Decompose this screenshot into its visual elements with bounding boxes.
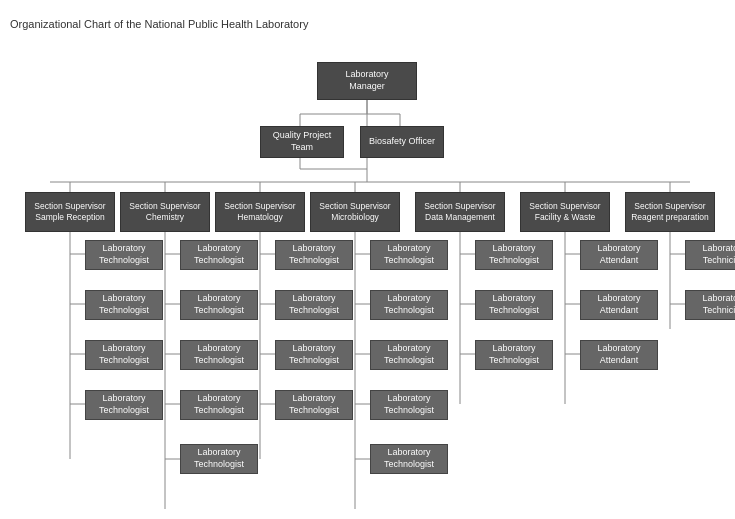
c1-r4: LaboratoryTechnologist <box>85 390 163 420</box>
c5-r2: LaboratoryTechnologist <box>475 290 553 320</box>
quality-project-box: Quality ProjectTeam <box>260 126 344 158</box>
c2-r5: LaboratoryTechnologist <box>180 444 258 474</box>
c7-r1: LaboratoryTechnician <box>685 240 735 270</box>
c2-r3: LaboratoryTechnologist <box>180 340 258 370</box>
c2-r4-box: LaboratoryTechnologist <box>180 390 258 420</box>
ss-sample-node: Section SupervisorSample Reception <box>25 192 115 232</box>
c3-r1-box: LaboratoryTechnologist <box>275 240 353 270</box>
c2-r5-box: LaboratoryTechnologist <box>180 444 258 474</box>
ss-reagent-node: Section SupervisorReagent preparation <box>625 192 715 232</box>
c4-r4: LaboratoryTechnologist <box>370 390 448 420</box>
page: Organizational Chart of the National Pub… <box>0 0 735 519</box>
ss-hematology-box: Section SupervisorHematology <box>215 192 305 232</box>
c2-r2: LaboratoryTechnologist <box>180 290 258 320</box>
c3-r3-box: LaboratoryTechnologist <box>275 340 353 370</box>
c6-r3: LaboratoryAttendant <box>580 340 658 370</box>
c3-r4: LaboratoryTechnologist <box>275 390 353 420</box>
lab-manager-box: LaboratoryManager <box>317 62 417 100</box>
c1-r3-box: LaboratoryTechnologist <box>85 340 163 370</box>
ss-data-box: Section SupervisorData Management <box>415 192 505 232</box>
ss-chemistry-node: Section SupervisorChemistry <box>120 192 210 232</box>
c1-r4-box: LaboratoryTechnologist <box>85 390 163 420</box>
c1-r2: LaboratoryTechnologist <box>85 290 163 320</box>
c2-r2-box: LaboratoryTechnologist <box>180 290 258 320</box>
c6-r1: LaboratoryAttendant <box>580 240 658 270</box>
ss-data-node: Section SupervisorData Management <box>415 192 505 232</box>
c2-r1: LaboratoryTechnologist <box>180 240 258 270</box>
c3-r4-box: LaboratoryTechnologist <box>275 390 353 420</box>
c3-r3: LaboratoryTechnologist <box>275 340 353 370</box>
connectors <box>10 44 725 519</box>
c4-r4-box: LaboratoryTechnologist <box>370 390 448 420</box>
c4-r5-box: LaboratoryTechnologist <box>370 444 448 474</box>
ss-facility-box: Section SupervisorFacility & Waste <box>520 192 610 232</box>
c3-r2: LaboratoryTechnologist <box>275 290 353 320</box>
c2-r3-box: LaboratoryTechnologist <box>180 340 258 370</box>
c3-r2-box: LaboratoryTechnologist <box>275 290 353 320</box>
org-chart: LaboratoryManager Quality ProjectTeam Bi… <box>10 44 725 519</box>
c4-r5: LaboratoryTechnologist <box>370 444 448 474</box>
c4-r3-box: LaboratoryTechnologist <box>370 340 448 370</box>
c7-r2: LaboratoryTechnician <box>685 290 735 320</box>
c3-r1: LaboratoryTechnologist <box>275 240 353 270</box>
c1-r1-box: LaboratoryTechnologist <box>85 240 163 270</box>
biosafety-node: Biosafety Officer <box>360 126 444 158</box>
ss-microbiology-box: Section SupervisorMicrobiology <box>310 192 400 232</box>
c5-r3: LaboratoryTechnologist <box>475 340 553 370</box>
c7-r1-box: LaboratoryTechnician <box>685 240 735 270</box>
ss-microbiology-node: Section SupervisorMicrobiology <box>310 192 400 232</box>
c4-r3: LaboratoryTechnologist <box>370 340 448 370</box>
c6-r2: LaboratoryAttendant <box>580 290 658 320</box>
c5-r3-box: LaboratoryTechnologist <box>475 340 553 370</box>
page-title: Organizational Chart of the National Pub… <box>10 18 725 30</box>
biosafety-box: Biosafety Officer <box>360 126 444 158</box>
c4-r1-box: LaboratoryTechnologist <box>370 240 448 270</box>
c1-r3: LaboratoryTechnologist <box>85 340 163 370</box>
c2-r4: LaboratoryTechnologist <box>180 390 258 420</box>
c4-r2: LaboratoryTechnologist <box>370 290 448 320</box>
c5-r1-box: LaboratoryTechnologist <box>475 240 553 270</box>
ss-facility-node: Section SupervisorFacility & Waste <box>520 192 610 232</box>
c4-r2-box: LaboratoryTechnologist <box>370 290 448 320</box>
c7-r2-box: LaboratoryTechnician <box>685 290 735 320</box>
quality-project-node: Quality ProjectTeam <box>260 126 344 158</box>
ss-chemistry-box: Section SupervisorChemistry <box>120 192 210 232</box>
c6-r2-box: LaboratoryAttendant <box>580 290 658 320</box>
ss-sample-box: Section SupervisorSample Reception <box>25 192 115 232</box>
c1-r2-box: LaboratoryTechnologist <box>85 290 163 320</box>
c6-r3-box: LaboratoryAttendant <box>580 340 658 370</box>
c4-r1: LaboratoryTechnologist <box>370 240 448 270</box>
c2-r1-box: LaboratoryTechnologist <box>180 240 258 270</box>
ss-reagent-box: Section SupervisorReagent preparation <box>625 192 715 232</box>
c6-r1-box: LaboratoryAttendant <box>580 240 658 270</box>
lab-manager-node: LaboratoryManager <box>317 62 417 100</box>
c5-r1: LaboratoryTechnologist <box>475 240 553 270</box>
c5-r2-box: LaboratoryTechnologist <box>475 290 553 320</box>
c1-r1: LaboratoryTechnologist <box>85 240 163 270</box>
ss-hematology-node: Section SupervisorHematology <box>215 192 305 232</box>
